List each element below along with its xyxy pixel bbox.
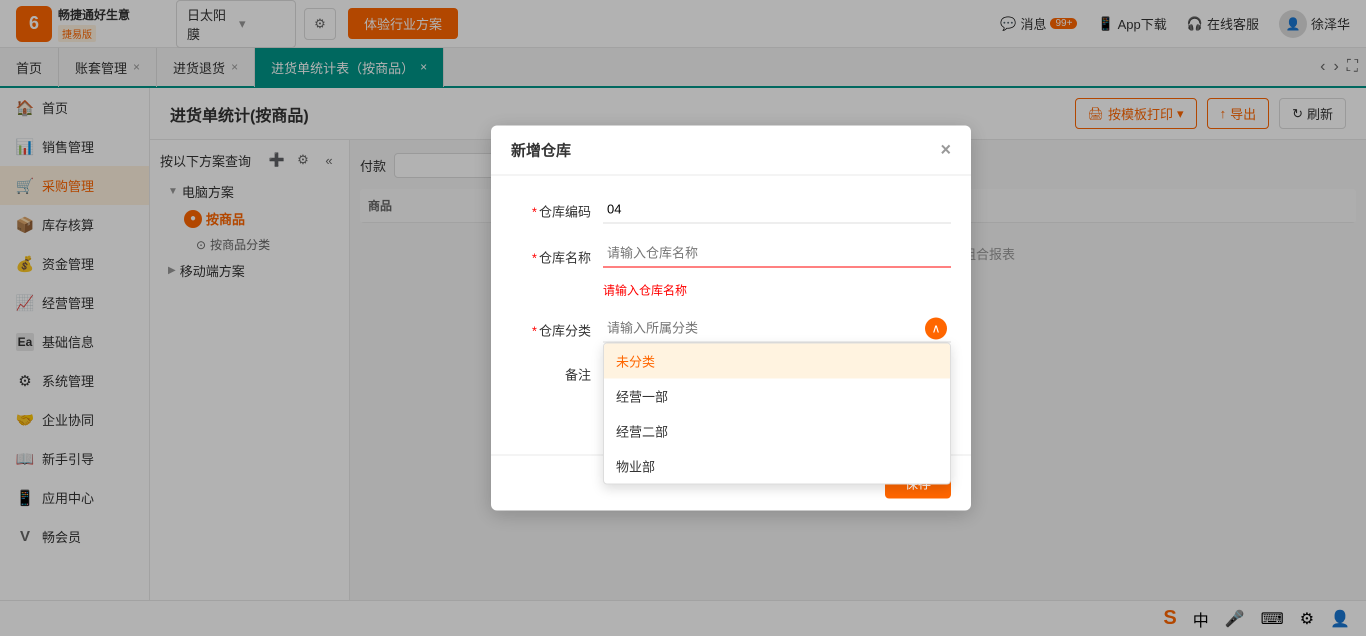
code-label: *仓库编码	[511, 196, 591, 221]
warehouse-code-input[interactable]	[603, 196, 951, 224]
new-warehouse-modal: 新增仓库 × *仓库编码 *仓库名称 请输入仓库名称 *仓库分类	[491, 126, 971, 511]
category-dropdown-wrapper: ∧ 未分类 经营一部 经营二部 物业部	[603, 315, 951, 343]
modal-title: 新增仓库	[511, 140, 571, 161]
dropdown-option-3[interactable]: 物业部	[604, 449, 950, 484]
modal-close-button[interactable]: ×	[940, 140, 951, 161]
warehouse-name-row: *仓库名称 请输入仓库名称	[511, 240, 951, 299]
warehouse-category-row: *仓库分类 ∧ 未分类 经营一部 经营二部 物业部	[511, 315, 951, 343]
category-dropdown-list: 未分类 经营一部 经营二部 物业部	[603, 343, 951, 485]
notes-label: 备注	[511, 359, 591, 384]
modal-header: 新增仓库 ×	[491, 126, 971, 176]
category-input[interactable]	[603, 315, 951, 343]
dropdown-option-1[interactable]: 经营一部	[604, 379, 950, 414]
category-label: *仓库分类	[511, 315, 591, 340]
dropdown-option-0[interactable]: 未分类	[604, 344, 950, 379]
name-error-text: 请输入仓库名称	[603, 284, 687, 298]
warehouse-name-input[interactable]	[603, 240, 951, 268]
name-label: *仓库名称	[511, 241, 591, 266]
warehouse-code-row: *仓库编码	[511, 196, 951, 224]
category-dropdown-toggle[interactable]: ∧	[925, 318, 947, 340]
modal-body: *仓库编码 *仓库名称 请输入仓库名称 *仓库分类 ∧	[491, 176, 971, 455]
dropdown-option-2[interactable]: 经营二部	[604, 414, 950, 449]
